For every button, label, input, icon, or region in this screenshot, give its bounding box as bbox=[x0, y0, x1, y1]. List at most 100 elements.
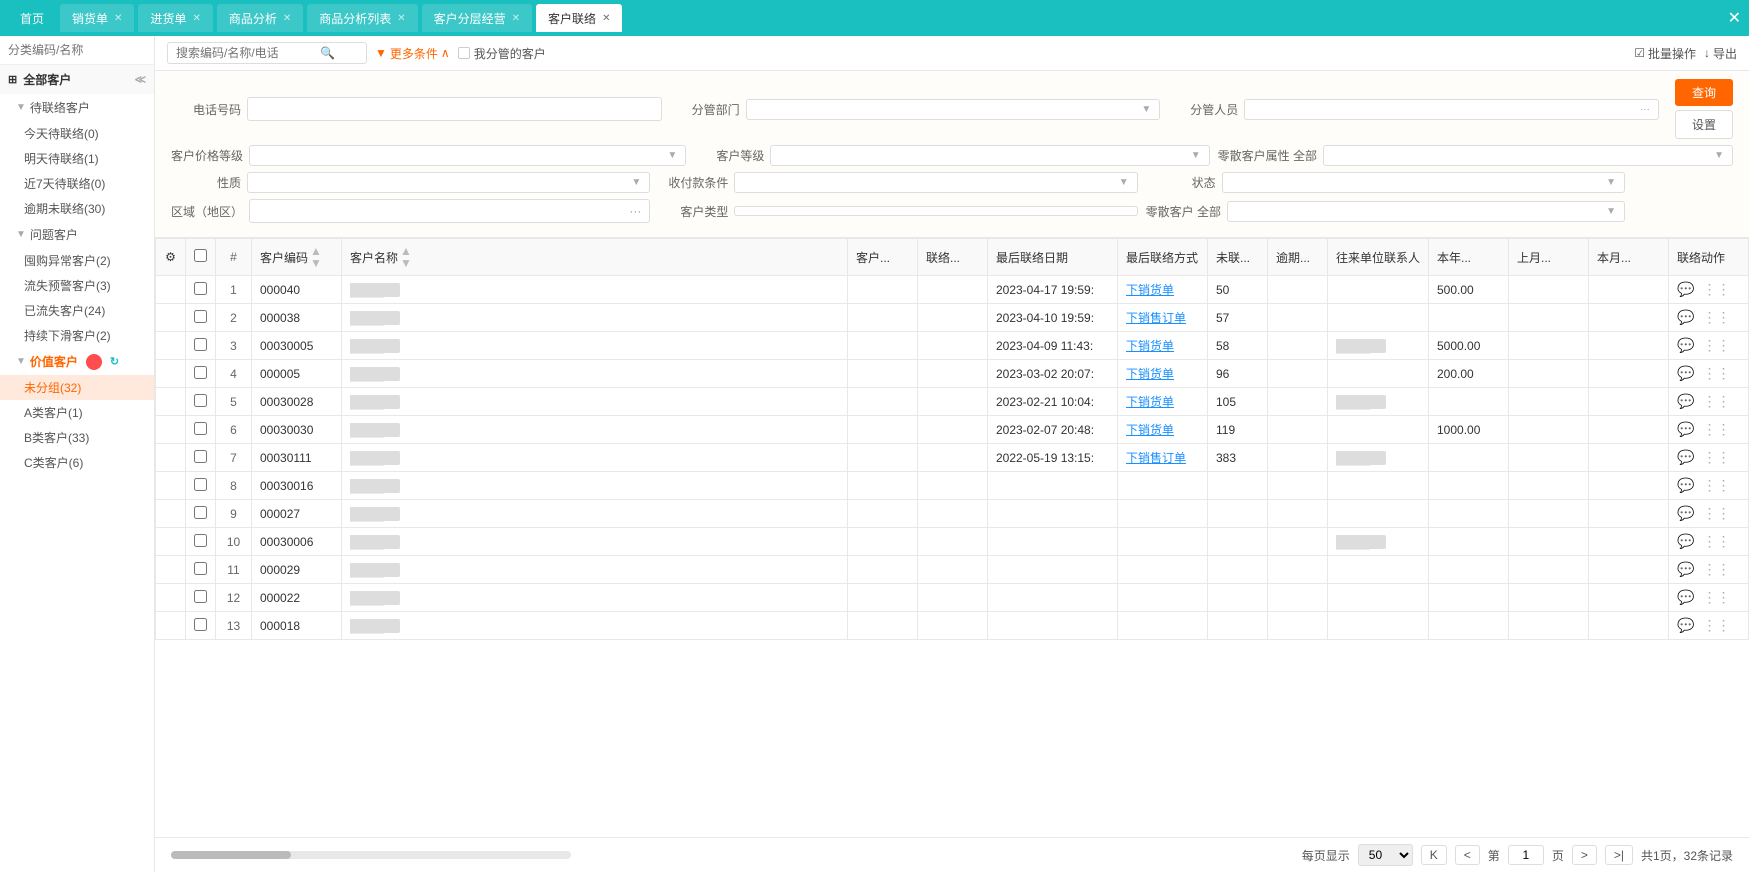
row-check[interactable] bbox=[186, 500, 216, 528]
sidebar-item-churn-warning[interactable]: 流失预警客户(3) bbox=[0, 273, 154, 298]
more-icon[interactable]: ⋮⋮ bbox=[1702, 589, 1730, 606]
th-settings[interactable]: ⚙ bbox=[156, 239, 186, 276]
th-name[interactable]: 客户名称▲▼ bbox=[342, 239, 848, 276]
contact-icon[interactable]: 💬 bbox=[1677, 449, 1694, 466]
contact-icon[interactable]: 💬 bbox=[1677, 337, 1694, 354]
sidebar-item-today-pending[interactable]: 今天待联络(0) bbox=[0, 121, 154, 146]
close-product-list-icon[interactable]: ✕ bbox=[397, 13, 405, 24]
more-filters-button[interactable]: ▼ 更多条件 ∧ bbox=[375, 45, 450, 62]
row-check[interactable] bbox=[186, 304, 216, 332]
contact-icon[interactable]: 💬 bbox=[1677, 365, 1694, 382]
prev-page-button[interactable]: < bbox=[1455, 845, 1480, 865]
th-code[interactable]: 客户编码▲▼ bbox=[252, 239, 342, 276]
contact-icon[interactable]: 💬 bbox=[1677, 477, 1694, 494]
person-select[interactable]: ··· bbox=[1244, 99, 1659, 120]
status-select[interactable]: ▼ bbox=[1222, 172, 1625, 193]
row-check[interactable] bbox=[186, 612, 216, 640]
first-page-button[interactable]: K bbox=[1421, 845, 1447, 865]
collapse-icon[interactable]: ≪ bbox=[134, 73, 146, 86]
sidebar-item-hoarding[interactable]: 囤购异常客户(2) bbox=[0, 248, 154, 273]
more-icon[interactable]: ⋮⋮ bbox=[1702, 617, 1730, 634]
payment-select[interactable]: ▼ bbox=[734, 172, 1137, 193]
more-icon[interactable]: ⋮⋮ bbox=[1702, 281, 1730, 298]
sidebar-item-churned[interactable]: 已流失客户(24) bbox=[0, 298, 154, 323]
retail-attr-select[interactable]: ▼ bbox=[1323, 145, 1733, 166]
contact-icon[interactable]: 💬 bbox=[1677, 589, 1694, 606]
row-check[interactable] bbox=[186, 360, 216, 388]
select-all-checkbox[interactable] bbox=[194, 249, 207, 262]
more-icon[interactable]: ⋮⋮ bbox=[1702, 477, 1730, 494]
cust-type-select[interactable] bbox=[734, 206, 1137, 216]
sidebar-item-declining[interactable]: 持续下滑客户(2) bbox=[0, 323, 154, 348]
more-icon[interactable]: ⋮⋮ bbox=[1702, 309, 1730, 326]
nav-tab-home[interactable]: 首页 bbox=[8, 4, 56, 32]
nav-tab-purchase[interactable]: 进货单 ✕ bbox=[138, 4, 212, 32]
contact-icon[interactable]: 💬 bbox=[1677, 505, 1694, 522]
more-icon[interactable]: ⋮⋮ bbox=[1702, 337, 1730, 354]
more-icon[interactable]: ⋮⋮ bbox=[1702, 393, 1730, 410]
last-page-button[interactable]: >| bbox=[1605, 845, 1633, 865]
row-check[interactable] bbox=[186, 388, 216, 416]
row-check[interactable] bbox=[186, 528, 216, 556]
customer-tier-select[interactable]: ▼ bbox=[770, 145, 1209, 166]
row-last-way[interactable]: 下销货单 bbox=[1117, 416, 1207, 444]
sidebar-item-week-pending[interactable]: 近7天待联络(0) bbox=[0, 171, 154, 196]
refresh-value-icon[interactable]: ↻ bbox=[110, 355, 119, 368]
more-icon[interactable]: ⋮⋮ bbox=[1702, 365, 1730, 382]
contact-icon[interactable]: 💬 bbox=[1677, 533, 1694, 550]
contact-icon[interactable]: 💬 bbox=[1677, 421, 1694, 438]
close-purchase-icon[interactable]: ✕ bbox=[192, 13, 200, 24]
row-last-way[interactable]: 下销货单 bbox=[1117, 332, 1207, 360]
close-customer-tier-icon[interactable]: ✕ bbox=[512, 13, 520, 24]
contact-icon[interactable]: 💬 bbox=[1677, 617, 1694, 634]
row-check[interactable] bbox=[186, 416, 216, 444]
problem-group-header[interactable]: ▼ 问题客户 bbox=[0, 221, 154, 248]
row-last-way[interactable]: 下销售订单 bbox=[1117, 444, 1207, 472]
nav-tab-product-list[interactable]: 商品分析列表 ✕ bbox=[307, 4, 417, 32]
my-customers-checkbox[interactable]: 我分管的客户 bbox=[458, 45, 546, 62]
th-check[interactable] bbox=[186, 239, 216, 276]
row-last-way[interactable]: 下销售订单 bbox=[1117, 304, 1207, 332]
search-icon[interactable]: 🔍 bbox=[320, 46, 335, 60]
more-icon[interactable]: ⋮⋮ bbox=[1702, 421, 1730, 438]
more-icon[interactable]: ⋮⋮ bbox=[1702, 449, 1730, 466]
contact-icon[interactable]: 💬 bbox=[1677, 561, 1694, 578]
close-sales-icon[interactable]: ✕ bbox=[114, 13, 122, 24]
dept-select[interactable]: ▼ bbox=[746, 99, 1161, 120]
export-button[interactable]: ↓ 导出 bbox=[1704, 45, 1737, 62]
row-check[interactable] bbox=[186, 444, 216, 472]
all-customers-header[interactable]: ⊞ 全部客户 ≪ bbox=[0, 65, 154, 94]
close-customer-contact-icon[interactable]: ✕ bbox=[602, 13, 610, 24]
window-close-button[interactable]: ✕ bbox=[1728, 8, 1741, 28]
batch-ops-button[interactable]: ☑ 批量操作 bbox=[1634, 45, 1696, 62]
sidebar-item-ungrouped[interactable]: 未分组(32) bbox=[0, 375, 154, 400]
row-last-way[interactable]: 下销货单 bbox=[1117, 276, 1207, 304]
region-select[interactable]: ··· bbox=[249, 199, 650, 223]
sidebar-search-input[interactable] bbox=[8, 43, 155, 57]
more-icon[interactable]: ⋮⋮ bbox=[1702, 505, 1730, 522]
sidebar-item-tomorrow-pending[interactable]: 明天待联络(1) bbox=[0, 146, 154, 171]
sidebar-item-b-class[interactable]: B类客户(33) bbox=[0, 425, 154, 450]
phone-input[interactable] bbox=[247, 97, 662, 121]
contact-icon[interactable]: 💬 bbox=[1677, 281, 1694, 298]
row-check[interactable] bbox=[186, 584, 216, 612]
contact-icon[interactable]: 💬 bbox=[1677, 393, 1694, 410]
close-product-analysis-icon[interactable]: ✕ bbox=[283, 13, 291, 24]
contact-icon[interactable]: 💬 bbox=[1677, 309, 1694, 326]
row-check[interactable] bbox=[186, 472, 216, 500]
page-number-input[interactable] bbox=[1508, 845, 1544, 865]
row-check[interactable] bbox=[186, 276, 216, 304]
nav-tab-product-analysis[interactable]: 商品分析 ✕ bbox=[217, 4, 303, 32]
sidebar-item-c-class[interactable]: C类客户(6) bbox=[0, 450, 154, 475]
page-size-select[interactable]: 50 100 200 bbox=[1358, 844, 1413, 866]
query-button[interactable]: 查询 bbox=[1675, 79, 1733, 106]
row-check[interactable] bbox=[186, 332, 216, 360]
more-icon[interactable]: ⋮⋮ bbox=[1702, 533, 1730, 550]
row-last-way[interactable]: 下销货单 bbox=[1117, 360, 1207, 388]
sidebar-item-a-class[interactable]: A类客户(1) bbox=[0, 400, 154, 425]
scrollbar-thumb[interactable] bbox=[171, 851, 291, 859]
sidebar-item-overdue-pending[interactable]: 逾期未联络(30) bbox=[0, 196, 154, 221]
scrollbar-track[interactable] bbox=[171, 851, 571, 859]
row-last-way[interactable]: 下销货单 bbox=[1117, 388, 1207, 416]
nav-tab-sales[interactable]: 销货单 ✕ bbox=[60, 4, 134, 32]
